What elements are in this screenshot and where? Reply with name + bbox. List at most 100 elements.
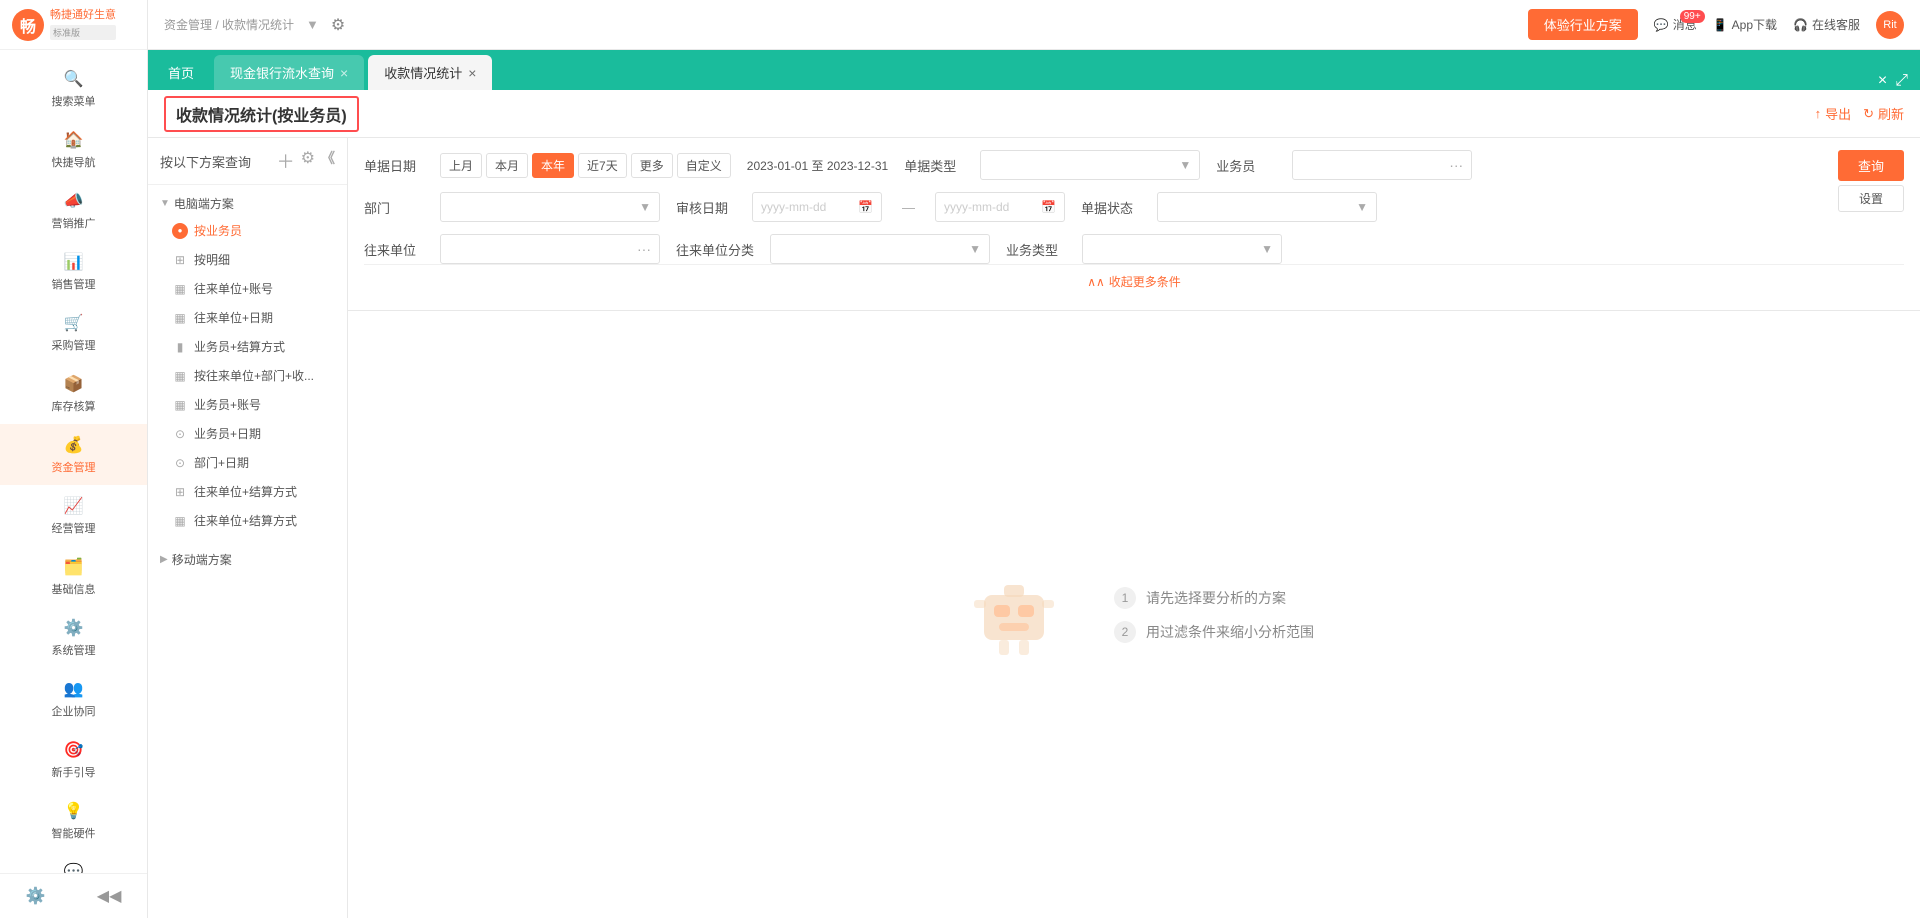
scheme-item-unit-date[interactable]: ▦ 往来单位+日期: [148, 303, 347, 332]
topbar-gear-icon[interactable]: ⚙: [331, 15, 345, 35]
filter-area: 单据日期 上月 本月 本年 近7天 更多 自定义 2023-01-01 至 20…: [348, 138, 1920, 311]
purchase-icon: 🛒: [63, 312, 85, 334]
filter-row-2: 部门 ▼ 审核日期 yyyy-mm-dd 📅 —: [364, 192, 1826, 222]
hint-num-1: 1: [1114, 587, 1136, 609]
scheme-item-unit-dept-collect[interactable]: ▦ 按往来单位+部门+收...: [148, 361, 347, 390]
scheme-item-label: 往来单位+结算方式: [194, 483, 297, 500]
counterpart-select[interactable]: ···: [440, 234, 660, 264]
collapse-panel-icon[interactable]: 《: [321, 148, 335, 174]
footer-settings-icon[interactable]: ⚙️: [26, 886, 46, 906]
date-btn-this-month[interactable]: 本月: [486, 153, 528, 178]
date-btn-this-year[interactable]: 本年: [532, 153, 574, 178]
tab-bank-flow[interactable]: 现金银行流水查询 ×: [214, 55, 364, 90]
filter-row-3: 往来单位 ··· 往来单位分类 ▼ 业务类型: [364, 234, 1826, 264]
logo-area: 畅 畅捷通好生意 标准版: [0, 0, 147, 50]
tab-collection[interactable]: 收款情况统计 ×: [368, 55, 492, 90]
sidebar-item-hardware[interactable]: 💡 智能硬件: [0, 790, 147, 851]
sidebar-item-label: 搜索菜单: [52, 93, 96, 109]
right-panel: 单据日期 上月 本月 本年 近7天 更多 自定义 2023-01-01 至 20…: [348, 138, 1920, 918]
scheme-group-desktop[interactable]: ▼ 电脑端方案: [148, 191, 347, 216]
scheme-item-unit-account[interactable]: ▦ 往来单位+账号: [148, 274, 347, 303]
scheme-item-salesperson-account[interactable]: ▦ 业务员+账号: [148, 390, 347, 419]
sidebar-item-label: 营销推广: [52, 215, 96, 231]
finance-icon: 💰: [63, 434, 85, 456]
sidebar-item-operations[interactable]: 📈 经营管理: [0, 485, 147, 546]
table-icon: ▦: [172, 368, 188, 384]
sidebar-item-label: 基础信息: [52, 581, 96, 597]
scheme-item-label: 按往来单位+部门+收...: [194, 367, 314, 384]
refresh-button[interactable]: ↻ 刷新: [1863, 104, 1904, 123]
sidebar-item-guide[interactable]: 🎯 新手引导: [0, 729, 147, 790]
scheme-item-by-detail[interactable]: ⊞ 按明细: [148, 245, 347, 274]
scheme-item-unit-settlement1[interactable]: ⊞ 往来单位+结算方式: [148, 477, 347, 506]
sidebar-item-inventory[interactable]: 📦 库存核算: [0, 363, 147, 424]
tab-bank-flow-close-icon[interactable]: ×: [340, 65, 348, 81]
topbar-right: 体验行业方案 💬 消息 99+ 📱 App下载 🎧 在线客服 Rit: [1528, 9, 1904, 40]
calendar-to-icon[interactable]: 📅: [1041, 200, 1056, 214]
scheme-item-dept-date[interactable]: ⊙ 部门+日期: [148, 448, 347, 477]
trial-button[interactable]: 体验行业方案: [1528, 9, 1638, 40]
message-item[interactable]: 💬 消息 99+: [1654, 16, 1697, 33]
voucher-status-select[interactable]: ▼: [1157, 192, 1377, 222]
date-btn-last-month[interactable]: 上月: [440, 153, 482, 178]
sidebar-item-purchase[interactable]: 🛒 采购管理: [0, 302, 147, 363]
sidebar-item-collab[interactable]: 👥 企业协同: [0, 668, 147, 729]
left-panel-header: 按以下方案查询 ＋ ⚙ 《: [148, 138, 347, 185]
voucher-type-select[interactable]: ▼: [980, 150, 1200, 180]
sidebar-item-sales[interactable]: 📊 销售管理: [0, 241, 147, 302]
sidebar-item-wechat[interactable]: 💬 企业微信: [0, 851, 147, 873]
logo-icon: 畅: [12, 9, 44, 41]
tab-close-all-icon[interactable]: ×: [1878, 72, 1887, 90]
scheme-group-mobile[interactable]: ▶ 移动端方案: [148, 547, 347, 572]
review-date-to[interactable]: yyyy-mm-dd 📅: [935, 192, 1065, 222]
bar-chart-icon: ▮: [172, 339, 188, 355]
grid-icon: ⊞: [172, 252, 188, 268]
sidebar-item-finance[interactable]: 💰 资金管理: [0, 424, 147, 485]
scheme-item-label: 按明细: [194, 251, 230, 268]
date-group: 上月 本月 本年 近7天 更多 自定义: [440, 153, 731, 178]
app-download-item[interactable]: 📱 App下载: [1713, 16, 1777, 33]
counterpart-type-select[interactable]: ▼: [770, 234, 990, 264]
online-service-item[interactable]: 🎧 在线客服: [1793, 16, 1860, 33]
sales-icon: 📊: [63, 251, 85, 273]
tab-expand-icon[interactable]: ⤢: [1895, 72, 1908, 90]
sidebar-item-label: 企业协同: [52, 703, 96, 719]
date-btn-custom[interactable]: 自定义: [677, 153, 731, 178]
sidebar-item-basic-info[interactable]: 🗂️ 基础信息: [0, 546, 147, 607]
salesperson-select[interactable]: ···: [1292, 150, 1472, 180]
sidebar-item-search[interactable]: 🔍 搜索菜单: [0, 58, 147, 119]
filter-row-wrapper: 单据日期 上月 本月 本年 近7天 更多 自定义 2023-01-01 至 20…: [364, 150, 1904, 264]
query-button[interactable]: 查询: [1838, 150, 1904, 181]
collapse-bar[interactable]: ∧∧ 收起更多条件: [364, 264, 1904, 298]
salesperson-more-icon[interactable]: ···: [1449, 157, 1463, 173]
scheme-item-salesperson-date[interactable]: ⊙ 业务员+日期: [148, 419, 347, 448]
dept-select[interactable]: ▼: [440, 192, 660, 222]
footer-collapse-icon[interactable]: ◀◀: [97, 886, 122, 906]
settings-button[interactable]: 设置: [1838, 185, 1904, 212]
date-btn-7days[interactable]: 近7天: [578, 153, 627, 178]
filter-actions: 查询 设置: [1838, 150, 1904, 212]
app-download-label: App下载: [1732, 16, 1777, 33]
tab-home[interactable]: 首页: [152, 55, 210, 90]
scheme-settings-icon[interactable]: ⚙: [301, 148, 315, 174]
sidebar: 畅 畅捷通好生意 标准版 🔍 搜索菜单 🏠 快捷导航 📣 营销推广 📊 销售管理…: [0, 0, 148, 918]
counterpart-label: 往来单位: [364, 240, 424, 259]
counterpart-more-icon[interactable]: ···: [637, 241, 651, 257]
user-avatar[interactable]: Rit: [1876, 11, 1904, 39]
sidebar-item-system[interactable]: ⚙️ 系统管理: [0, 607, 147, 668]
scheme-item-salesperson-payment[interactable]: ▮ 业务员+结算方式: [148, 332, 347, 361]
sidebar-footer: ⚙️ ◀◀: [0, 873, 147, 918]
sidebar-item-quicknav[interactable]: 🏠 快捷导航: [0, 119, 147, 180]
tab-collection-close-icon[interactable]: ×: [468, 65, 476, 81]
calendar-icon[interactable]: 📅: [858, 200, 873, 214]
topbar-chevron-icon[interactable]: ▼: [306, 17, 319, 32]
sidebar-item-marketing[interactable]: 📣 营销推广: [0, 180, 147, 241]
add-scheme-icon[interactable]: ＋: [277, 148, 295, 174]
sidebar-item-label: 采购管理: [52, 337, 96, 353]
scheme-item-by-salesperson[interactable]: ● 按业务员: [148, 216, 347, 245]
date-btn-more[interactable]: 更多: [631, 153, 673, 178]
export-button[interactable]: ↑ 导出: [1815, 104, 1852, 123]
scheme-item-unit-settlement2[interactable]: ▦ 往来单位+结算方式: [148, 506, 347, 535]
review-date-from[interactable]: yyyy-mm-dd 📅: [752, 192, 882, 222]
business-type-select[interactable]: ▼: [1082, 234, 1282, 264]
